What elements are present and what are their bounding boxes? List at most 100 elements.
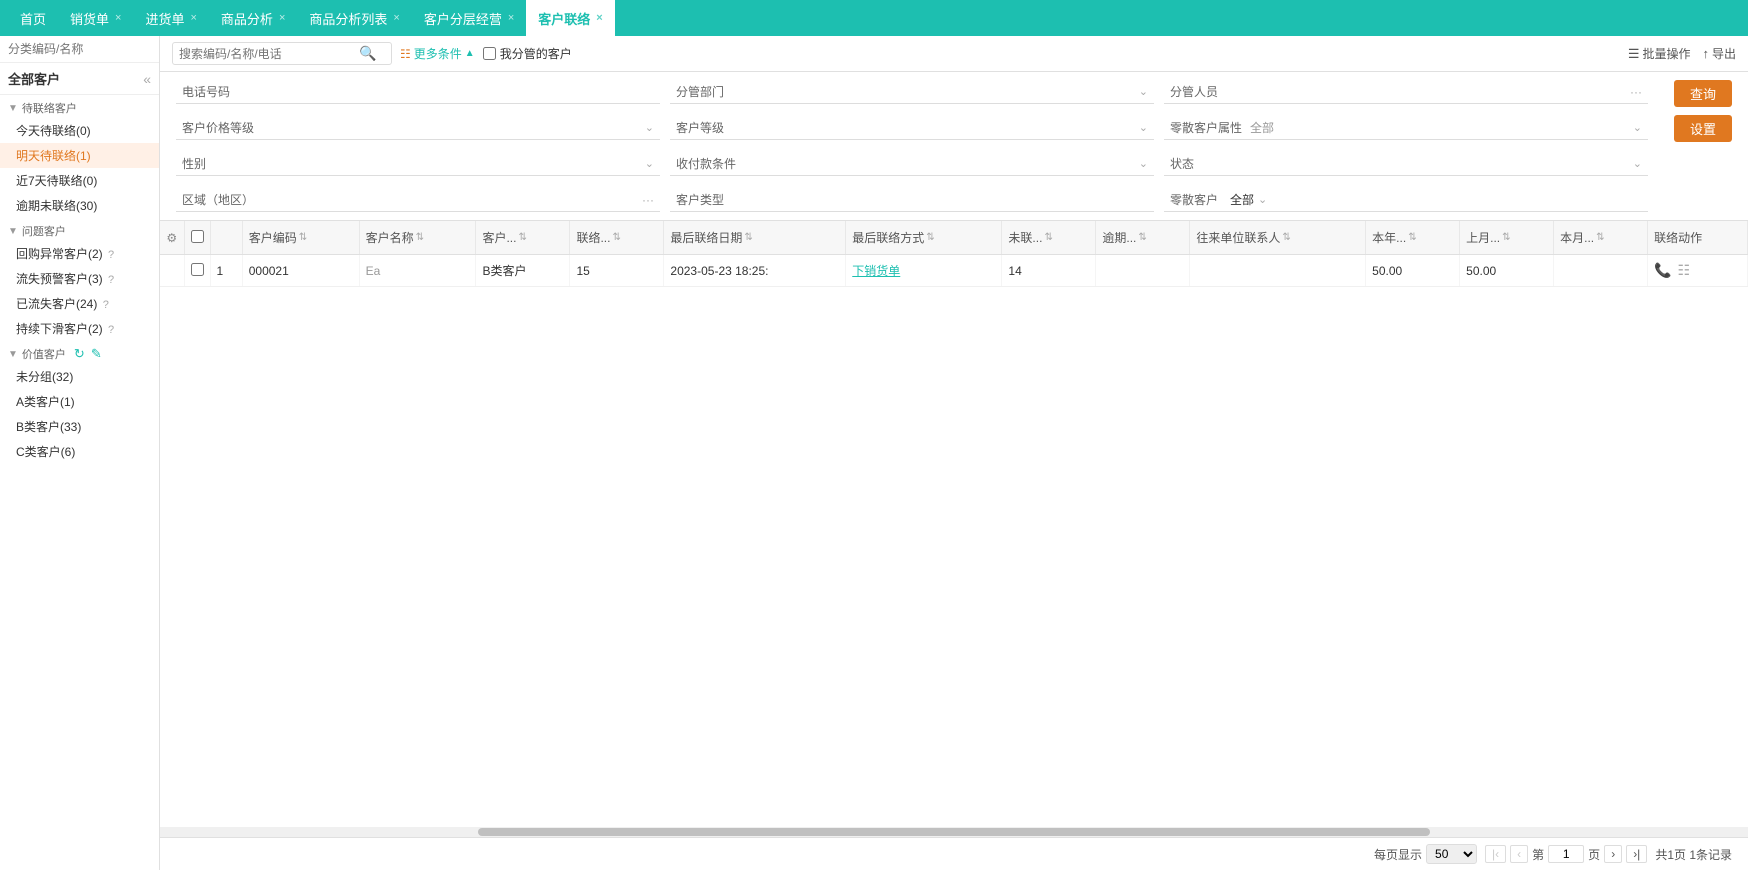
main-layout: 🔍 全部客户 « ▼ 待联络客户 今天待联络(0) 明天待联络(1) 近7天待联… [0, 36, 1748, 870]
customer-grade-arrow-icon: ⌄ [1139, 121, 1148, 134]
cell-name: Ea [359, 255, 476, 287]
settings-icon[interactable]: ⚙ [166, 231, 177, 245]
info-icon-0: ? [108, 249, 114, 261]
filter-dept[interactable]: 分管部门 ⌄ [670, 80, 1154, 104]
sidebar-collapse-icon[interactable]: « [143, 71, 151, 87]
filter-price-grade[interactable]: 客户价格等级 ⌄ [176, 116, 660, 140]
page-size-select[interactable]: 50 100 200 [1426, 844, 1477, 864]
action-more-icon[interactable]: ☷ [1678, 262, 1691, 279]
select-all-checkbox[interactable] [191, 230, 204, 243]
set-button[interactable]: 设置 [1674, 115, 1732, 142]
filter-manager[interactable]: 分管人员 ··· [1164, 80, 1648, 104]
cell-code: 000021 [242, 255, 359, 287]
prev-page-button[interactable]: ‹ [1510, 845, 1528, 863]
col-checkbox [184, 221, 210, 255]
nav-product-analysis-list[interactable]: 商品分析列表 × [297, 0, 411, 36]
col-name: 客户名称 ⇅ [359, 221, 476, 255]
filter-customer-grade[interactable]: 客户等级 ⌄ [670, 116, 1154, 140]
query-button[interactable]: 查询 [1674, 80, 1732, 107]
batch-op-button[interactable]: ☰ 批量操作 [1628, 45, 1691, 62]
cell-type: B类客户 [476, 255, 570, 287]
sidebar-item-ungrouped[interactable]: 未分组(32) [0, 364, 159, 389]
sidebar-item-overdue[interactable]: 逾期未联络(30) [0, 193, 159, 218]
close-sales-icon[interactable]: × [115, 12, 121, 24]
customer-table: ⚙ 客户编码 ⇅ [160, 221, 1748, 287]
filter-area[interactable]: 区域（地区） ··· [176, 188, 660, 212]
nav-customer-contact[interactable]: 客户联络 × [526, 0, 614, 36]
top-nav: 首页 销货单 × 进货单 × 商品分析 × 商品分析列表 × 客户分层经营 × … [0, 0, 1748, 36]
last-page-button[interactable]: ›| [1626, 845, 1647, 863]
main-search-input[interactable] [179, 47, 359, 61]
search-wrap: 🔍 [172, 42, 392, 65]
area-dots-icon: ··· [642, 193, 654, 207]
cell-index: 1 [210, 255, 242, 287]
filter-retail-attr[interactable]: 零散客户属性 全部 ⌄ [1164, 116, 1648, 140]
sidebar-item-declining[interactable]: 持续下滑客户(2) ? [0, 316, 159, 341]
action-contact-icon[interactable]: 📞 [1654, 262, 1671, 279]
sidebar-item-c-class[interactable]: C类客户(6) [0, 439, 159, 464]
refresh-icon[interactable]: ↻ [74, 346, 85, 362]
sidebar-item-today[interactable]: 今天待联络(0) [0, 118, 159, 143]
filter-payment[interactable]: 收付款条件 ⌄ [670, 152, 1154, 176]
dept-arrow-icon: ⌄ [1139, 85, 1148, 98]
nav-customer-tier[interactable]: 客户分层经营 × [412, 0, 526, 36]
value-arrow-icon: ▼ [8, 349, 18, 360]
batch-op-icon: ☰ [1628, 46, 1640, 62]
cell-last-contact-type[interactable]: 下销货单 [846, 255, 1002, 287]
col-last-month: 上月... ⇅ [1460, 221, 1554, 255]
export-button[interactable]: ↑ 导出 [1702, 45, 1736, 62]
info-icon-3: ? [108, 324, 114, 336]
my-customers-checkbox[interactable] [483, 47, 496, 60]
sidebar-item-7days[interactable]: 近7天待联络(0) [0, 168, 159, 193]
filter-panel: 电话号码 分管部门 ⌄ 分管人员 ··· [160, 72, 1748, 221]
sidebar-item-b-class[interactable]: B类客户(33) [0, 414, 159, 439]
filter-gender[interactable]: 性别 ⌄ [176, 152, 660, 176]
sidebar-item-repurchase-anomaly[interactable]: 回购异常客户(2) ? [0, 241, 159, 266]
next-page-button[interactable]: › [1604, 845, 1622, 863]
cell-last-contact-date: 2023-05-23 18:25: [664, 255, 846, 287]
main-search-button[interactable]: 🔍 [359, 45, 376, 62]
filter-status[interactable]: 状态 ⌄ [1164, 152, 1648, 176]
nav-product-analysis[interactable]: 商品分析 × [209, 0, 297, 36]
contact-type-link[interactable]: 下销货单 [852, 264, 900, 278]
sidebar-group-problem: ▼ 问题客户 [0, 218, 159, 241]
filter-row-4: 区域（地区） ··· 客户类型 零散客户 全部 ⌄ [176, 188, 1658, 212]
sidebar-group-value: ▼ 价值客户 ↻ ✎ [0, 341, 159, 364]
close-purchase-icon[interactable]: × [190, 12, 196, 24]
sidebar-item-churned[interactable]: 已流失客户(24) ? [0, 291, 159, 316]
total-count: 共1页 1条记录 [1655, 846, 1732, 863]
filter-retail-customer[interactable]: 零散客户 全部 ⌄ [1164, 188, 1648, 212]
cell-action: 📞 ☷ [1648, 255, 1748, 287]
first-page-button[interactable]: |‹ [1485, 845, 1506, 863]
filter-row-1: 电话号码 分管部门 ⌄ 分管人员 ··· [176, 80, 1658, 104]
col-contact: 联络... ⇅ [570, 221, 664, 255]
col-settings: ⚙ [160, 221, 184, 255]
sidebar-item-a-class[interactable]: A类客户(1) [0, 389, 159, 414]
sidebar-item-tomorrow[interactable]: 明天待联络(1) [0, 143, 159, 168]
scrollbar-thumb[interactable] [478, 828, 1431, 836]
filter-customer-type[interactable]: 客户类型 [670, 188, 1154, 212]
page-number-input[interactable] [1548, 845, 1584, 863]
sort-pending-icon: ⇅ [1044, 232, 1052, 243]
my-customers-checkbox-label[interactable]: 我分管的客户 [483, 45, 572, 62]
nav-purchase[interactable]: 进货单 × [133, 0, 208, 36]
sidebar-item-churn-warning[interactable]: 流失预警客户(3) ? [0, 266, 159, 291]
close-customer-contact-icon[interactable]: × [596, 12, 602, 24]
nav-sales[interactable]: 销货单 × [58, 0, 133, 36]
horizontal-scrollbar[interactable] [160, 827, 1748, 837]
row-checkbox-0[interactable] [191, 263, 204, 276]
sidebar-search-input[interactable] [8, 42, 160, 56]
filter-phone[interactable]: 电话号码 [176, 80, 660, 104]
edit-icon[interactable]: ✎ [91, 346, 102, 362]
more-conditions-button[interactable]: ☷ 更多条件 ▲ [400, 45, 475, 62]
sort-this-year-icon: ⇅ [1408, 232, 1416, 243]
col-action: 联络动作 [1648, 221, 1748, 255]
close-customer-tier-icon[interactable]: × [508, 12, 514, 24]
col-unit-contact: 往来单位联系人 ⇅ [1190, 221, 1366, 255]
close-product-list-icon[interactable]: × [393, 12, 399, 24]
cell-checkbox[interactable] [184, 255, 210, 287]
retail-attr-arrow-icon: ⌄ [1633, 121, 1642, 134]
close-product-analysis-icon[interactable]: × [279, 12, 285, 24]
footer: 每页显示 50 100 200 |‹ ‹ 第 页 › ›| 共1页 1条记录 [160, 837, 1748, 870]
nav-home[interactable]: 首页 [8, 0, 58, 36]
